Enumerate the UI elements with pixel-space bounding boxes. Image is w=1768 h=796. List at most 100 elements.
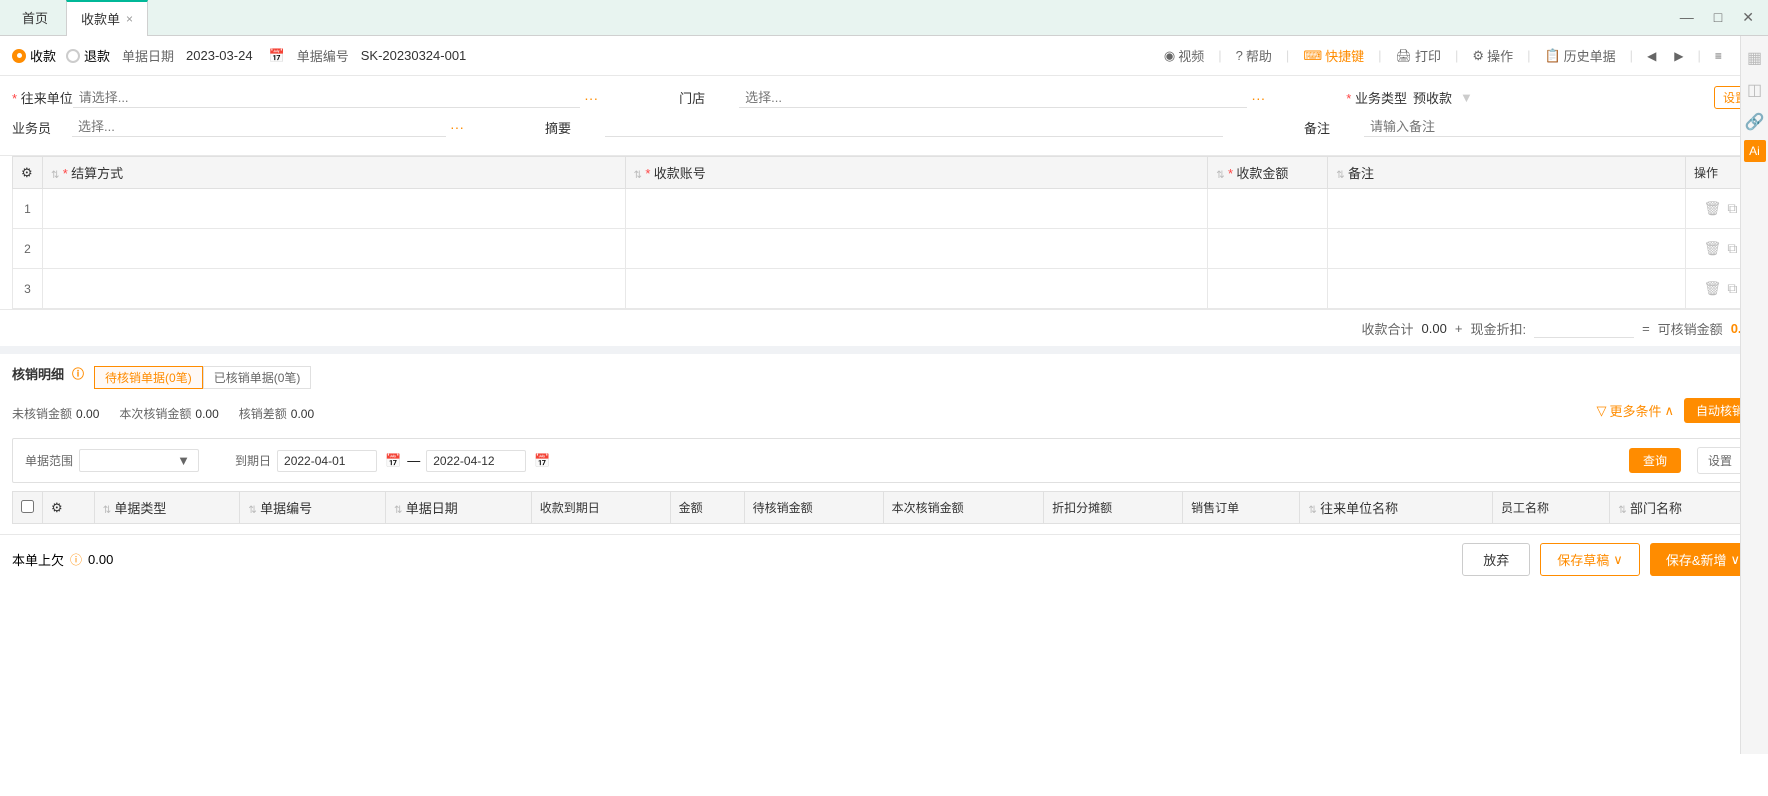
form-row-1: * 往来单位 ··· 门店 ··· * 业务类型 [12,86,1756,109]
prev-owe-info-icon[interactable]: ⓘ [70,551,82,568]
store-more-btn[interactable]: ··· [1251,90,1265,106]
copy-row-1-btn[interactable]: ⧉ [1727,200,1737,217]
salesperson-input[interactable] [72,117,446,137]
sidebar-layout-icon[interactable]: ◫ [1743,76,1766,104]
bottom-settings-icon[interactable]: ⚙ [51,500,63,515]
settlement-cell-3[interactable] [43,269,626,309]
table-row: 2 🗑 ⧉ [13,229,1756,269]
settlement-cell-1[interactable] [43,189,626,229]
notes-col-header: ⇅ 备注 [1328,157,1686,189]
tab-pending[interactable]: 待核销单据(0笔) [94,366,203,389]
radio-refund[interactable]: 退款 [66,46,110,65]
date-label: 单据日期 [122,46,174,65]
number-value: SK-20230324-001 [361,48,467,63]
delete-row-1-btn[interactable]: 🗑 [1704,200,1722,217]
salesperson-label: 业务员 [12,118,72,137]
cal-to-icon[interactable]: 📅 [534,453,550,469]
action-btn[interactable]: ⚙ 操作 [1466,44,1519,67]
copy-row-2-btn[interactable]: ⧉ [1727,240,1737,257]
video-btn[interactable]: ◉ 视频 [1158,44,1210,67]
calendar-icon[interactable]: 📅 [269,48,285,64]
due-date-range: 📅 — 📅 [277,450,550,472]
notes-cell-2[interactable] [1328,229,1686,269]
video-icon: ◉ [1164,48,1175,64]
radio-group: 收款 退款 [12,46,110,65]
more-conditions-btn[interactable]: ▽ 更多条件 ∧ [1596,401,1674,420]
discount-label: 现金折扣: [1470,319,1526,338]
range-dropdown-icon: ▼ [177,453,190,468]
save-draft-btn[interactable]: 保存草稿 ∨ [1540,543,1640,576]
minimize-btn[interactable]: — [1674,7,1700,28]
maximize-btn[interactable]: □ [1708,7,1728,28]
account-cell-3[interactable] [625,269,1208,309]
abandon-btn[interactable]: 放弃 [1462,543,1530,576]
toolbar-right: ◉ 视频 | ? 帮助 | ⌨ 快捷键 | 🖨 打印 | [1158,44,1756,67]
type-col-header: ⇅ 单据类型 [94,492,240,524]
store-input[interactable] [739,88,1247,108]
bottom-left: 本单上欠 ⓘ 0.00 [12,550,113,569]
amount-cell-1[interactable] [1208,189,1328,229]
sidebar-table-icon[interactable]: ▦ [1743,44,1766,72]
due-label: 到期日 [235,452,271,469]
discount-input[interactable] [1534,318,1634,338]
tab-active[interactable]: 收款单 × [66,0,148,36]
amount-cell-3[interactable] [1208,269,1328,309]
save-draft-arrow-icon[interactable]: ∨ [1613,552,1623,568]
shortcut-btn[interactable]: ⌨ 快捷键 [1297,44,1370,67]
next-record-btn[interactable]: ▶ [1668,47,1689,65]
right-sidebar: ▦ ◫ 🔗 Ai [1740,36,1768,754]
due-to-input[interactable] [426,450,526,472]
checkbox-col-header[interactable] [13,492,43,524]
account-cell-2[interactable] [625,229,1208,269]
table-settings-icon[interactable]: ⚙ [21,165,33,180]
tab-done[interactable]: 已核销单据(0笔) [203,366,312,389]
sales-order-col-header: 销售订单 [1183,492,1300,524]
sidebar-link-icon[interactable]: 🔗 [1741,108,1768,136]
tab-pills: 待核销单据(0笔) 已核销单据(0笔) [94,366,311,389]
row-num-1: 1 [13,189,43,229]
sort-icon-4: ⇅ [1336,170,1344,181]
abstract-input[interactable] [605,117,1223,137]
help-btn[interactable]: ? 帮助 [1230,44,1278,67]
partner-input[interactable] [73,88,580,108]
select-all-checkbox[interactable] [21,500,34,513]
radio-receive[interactable]: 收款 [12,46,56,65]
settings-col-header-2[interactable]: ⚙ [43,492,95,524]
save-new-arrow-icon[interactable]: ∨ [1730,552,1740,568]
total-label: 收款合计 [1362,319,1414,338]
current-col-header: 本次核销金额 [883,492,1044,524]
sidebar-ai-icon[interactable]: Ai [1744,140,1766,162]
partner-more-btn[interactable]: ··· [584,90,598,106]
form-row-2: 业务员 ··· 摘要 备注 [12,117,1756,137]
search-settings-btn[interactable]: 设置 [1697,447,1743,474]
salesperson-more-btn[interactable]: ··· [450,119,464,135]
notes-cell-1[interactable] [1328,189,1686,229]
biz-type-dropdown-icon[interactable]: ▼ [1460,90,1473,105]
settlement-cell-2[interactable] [43,229,626,269]
partner-field: * 往来单位 ··· [12,88,598,108]
range-select[interactable]: ▼ [79,449,199,472]
settlement-col-header: ⇅ * 结算方式 [43,157,626,189]
partner-label: * 往来单位 [12,88,73,107]
due-from-input[interactable] [277,450,377,472]
tab-close-icon[interactable]: × [126,12,133,26]
close-btn[interactable]: ✕ [1736,7,1760,28]
date-col-header: ⇅ 单据日期 [386,492,532,524]
prev-record-btn[interactable]: ◀ [1641,47,1662,65]
history-btn[interactable]: 📋 历史单据 [1538,44,1621,67]
copy-row-3-btn[interactable]: ⧉ [1727,280,1737,297]
list-view-btn[interactable]: ≡ [1709,47,1728,65]
tab-home[interactable]: 首页 [8,0,62,36]
settings-col-header[interactable]: ⚙ [13,157,43,189]
delete-row-2-btn[interactable]: 🗑 [1704,240,1722,257]
biz-type-field: * 业务类型 预收款 ▼ [1346,88,1698,107]
notes-cell-3[interactable] [1328,269,1686,309]
delete-row-3-btn[interactable]: 🗑 [1704,280,1722,297]
query-btn[interactable]: 查询 [1629,448,1681,473]
verification-info-icon[interactable]: ⓘ [72,365,84,382]
amount-cell-2[interactable] [1208,229,1328,269]
account-cell-1[interactable] [625,189,1208,229]
print-btn[interactable]: 🖨 打印 [1389,44,1447,67]
notes-input[interactable] [1364,117,1756,137]
cal-from-icon[interactable]: 📅 [385,453,401,469]
